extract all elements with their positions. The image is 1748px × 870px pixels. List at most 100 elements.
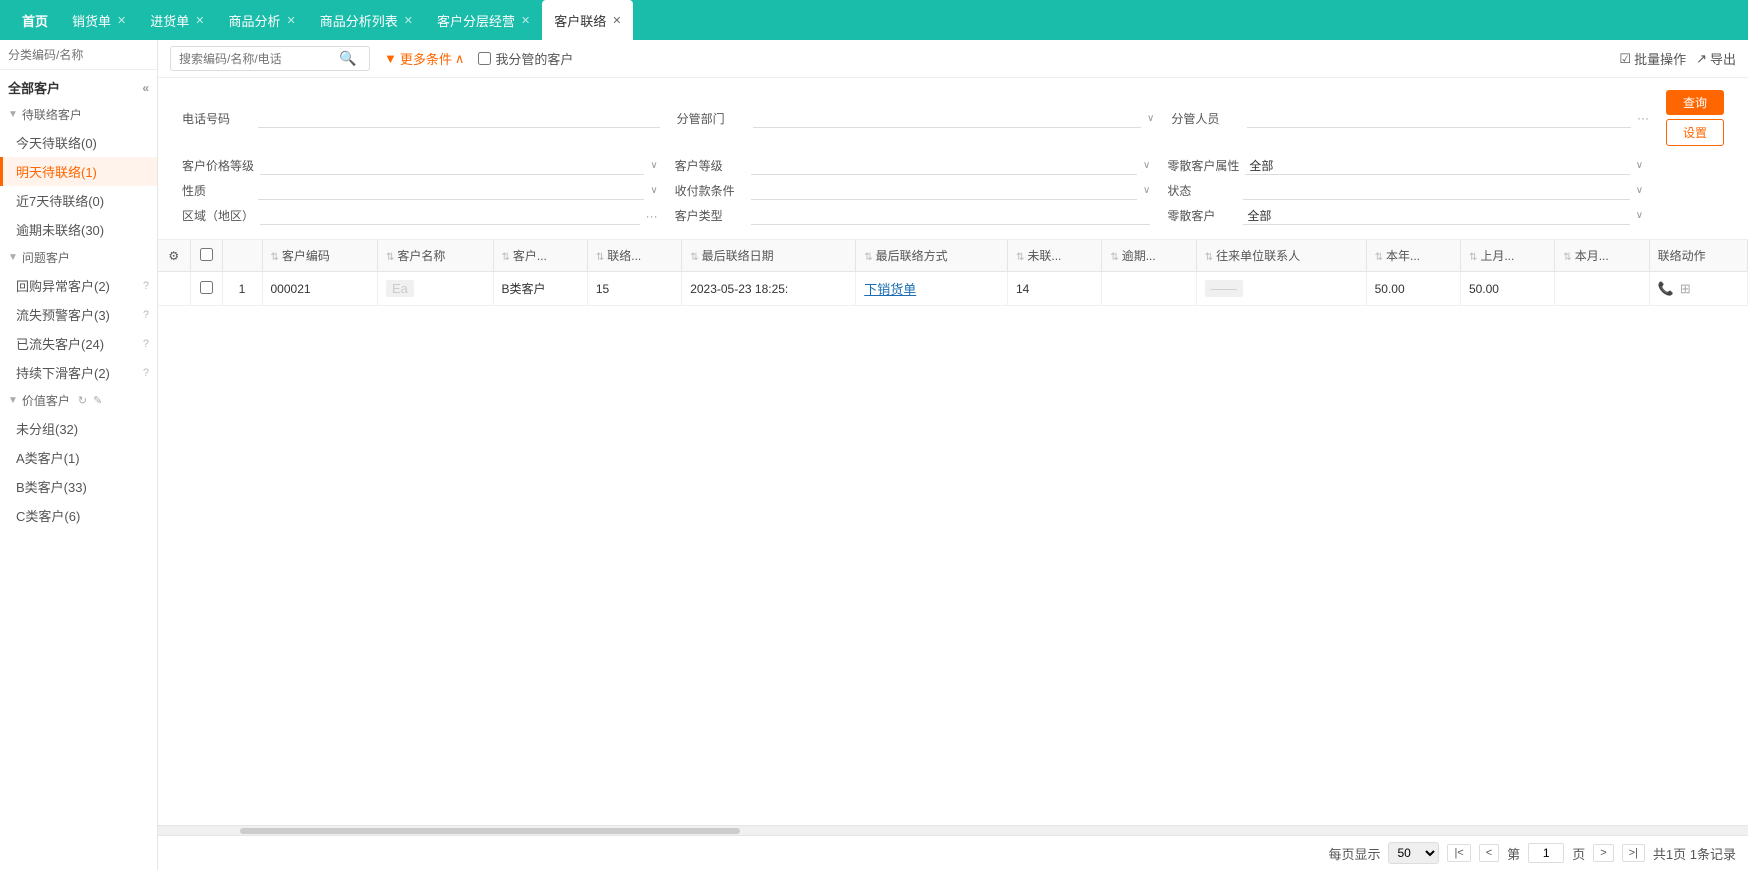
sidebar-section-pending[interactable]: 待联络客户 (0, 101, 157, 128)
dropdown-arrow-icon[interactable]: ∨ (1147, 113, 1154, 124)
filter-retail-attr-input[interactable] (1245, 156, 1629, 175)
dropdown-arrow-icon[interactable]: ∨ (1143, 160, 1150, 171)
select-all-checkbox[interactable] (200, 248, 213, 261)
row-last-method[interactable]: 下销货单 (856, 272, 1008, 306)
sidebar-item-ungrouped[interactable]: 未分组(32) (0, 414, 157, 443)
scroll-thumb[interactable] (240, 828, 740, 834)
filter-price-input[interactable] (260, 156, 644, 175)
col-check[interactable] (190, 240, 222, 272)
more-dots-icon[interactable]: ··· (646, 209, 658, 223)
close-icon[interactable]: ✕ (404, 14, 413, 27)
close-icon[interactable]: ✕ (117, 14, 126, 27)
dropdown-arrow-icon[interactable]: ∨ (1636, 160, 1643, 171)
sidebar-item-b-class[interactable]: B类客户(33) (0, 472, 157, 501)
refresh-icon[interactable]: ↻ (78, 394, 87, 407)
edit-icon[interactable]: ✎ (93, 394, 102, 407)
sidebar-item-tomorrow[interactable]: 明天待联络(1) (0, 157, 157, 186)
row-checkbox[interactable] (200, 281, 213, 294)
search-button[interactable]: 🔍 (339, 50, 356, 67)
phone-action-icon[interactable]: 📞 (1658, 281, 1674, 297)
dropdown-arrow-icon[interactable]: ∨ (650, 160, 657, 171)
sidebar-item-churn-warn[interactable]: 流失预警客户(3) ? (0, 300, 157, 329)
help-icon[interactable]: ? (143, 338, 149, 350)
nav-item-sales[interactable]: 销货单 ✕ (60, 0, 138, 40)
filter-dept-input[interactable] (753, 109, 1141, 128)
dropdown-arrow-icon[interactable]: ∨ (650, 185, 657, 196)
per-page-select[interactable]: 50 100 200 (1388, 842, 1439, 864)
last-page-button[interactable]: >| (1622, 844, 1645, 862)
dropdown-arrow-icon[interactable]: ∨ (1143, 185, 1150, 196)
col-customer-name[interactable]: 客户名称 (378, 240, 494, 272)
filter-nature-input[interactable] (258, 181, 644, 200)
sidebar-item-a-class[interactable]: A类客户(1) (0, 443, 157, 472)
row-overdue (1102, 272, 1196, 306)
next-page-button[interactable]: > (1593, 844, 1613, 862)
sidebar-item-churned[interactable]: 已流失客户(24) ? (0, 329, 157, 358)
sidebar-item-c-class[interactable]: C类客户(6) (0, 501, 157, 530)
col-unlinked[interactable]: 未联... (1007, 240, 1101, 272)
more-filters-button[interactable]: ▼ 更多条件 ∧ (378, 46, 470, 71)
my-customers-checkbox[interactable]: 我分管的客户 (478, 49, 573, 68)
help-icon[interactable]: ? (143, 367, 149, 379)
sidebar-section-problem[interactable]: 问题客户 (0, 244, 157, 271)
sidebar-item-today[interactable]: 今天待联络(0) (0, 128, 157, 157)
close-icon[interactable]: ✕ (195, 14, 204, 27)
nav-item-analysis[interactable]: 商品分析 ✕ (216, 0, 307, 40)
sidebar-search-input[interactable] (8, 48, 158, 62)
help-icon[interactable]: ? (143, 280, 149, 292)
filter-retail-input[interactable] (1243, 206, 1629, 225)
col-last-method[interactable]: 最后联络方式 (856, 240, 1008, 272)
more-action-icon[interactable]: ⊞ (1680, 281, 1691, 297)
dropdown-arrow-icon[interactable]: ∨ (1636, 185, 1643, 196)
help-icon[interactable]: ? (143, 309, 149, 321)
nav-item-contact[interactable]: 客户联络 ✕ (542, 0, 633, 40)
filter-cust-type-input[interactable] (751, 206, 1151, 225)
filter-person-input[interactable] (1247, 109, 1631, 128)
filter-region-input[interactable] (260, 206, 640, 225)
col-last-month[interactable]: 上月... (1460, 240, 1554, 272)
filter-payment-input[interactable] (751, 181, 1137, 200)
nav-item-purchase[interactable]: 进货单 ✕ (138, 0, 216, 40)
my-customers-check-input[interactable] (478, 52, 491, 65)
filter-status-input[interactable] (1243, 181, 1629, 200)
sidebar-item-abnormal[interactable]: 回购异常客户(2) ? (0, 271, 157, 300)
close-icon[interactable]: ✕ (521, 14, 530, 27)
first-page-button[interactable]: |< (1447, 844, 1470, 862)
col-this-month[interactable]: 本月... (1555, 240, 1649, 272)
close-icon[interactable]: ✕ (287, 14, 296, 27)
sidebar-item-7days[interactable]: 近7天待联络(0) (0, 186, 157, 215)
prev-page-button[interactable]: < (1479, 844, 1499, 862)
col-customer-type[interactable]: 客户... (493, 240, 587, 272)
col-overdue[interactable]: 逾期... (1102, 240, 1196, 272)
query-button[interactable]: 查询 (1666, 90, 1724, 115)
row-check[interactable] (190, 272, 222, 306)
col-contacts[interactable]: 联络... (587, 240, 681, 272)
nav-item-home[interactable]: 首页 (10, 0, 60, 40)
col-customer-code[interactable]: 客户编码 (262, 240, 378, 272)
sidebar-all-customers[interactable]: 全部客户 « (0, 70, 157, 101)
filter-level-input[interactable] (751, 156, 1137, 175)
col-this-year[interactable]: 本年... (1366, 240, 1460, 272)
sidebar-section-value[interactable]: 价值客户 ↻ ✎ (0, 387, 157, 414)
bulk-operation-button[interactable]: ☑ 批量操作 (1619, 49, 1686, 68)
row-contacts: 15 (587, 272, 681, 306)
more-dots-icon[interactable]: ··· (1637, 111, 1649, 125)
close-icon[interactable]: ✕ (612, 14, 621, 27)
search-input[interactable] (179, 52, 339, 66)
last-method-link[interactable]: 下销货单 (864, 282, 916, 297)
horizontal-scrollbar[interactable] (158, 825, 1748, 835)
setting-button[interactable]: 设置 (1666, 119, 1724, 146)
col-last-date[interactable]: 最后联络日期 (682, 240, 856, 272)
sidebar-item-overdue[interactable]: 逾期未联络(30) (0, 215, 157, 244)
nav-item-analysis-list[interactable]: 商品分析列表 ✕ (308, 0, 425, 40)
nav-item-crm[interactable]: 客户分层经营 ✕ (425, 0, 542, 40)
page-input[interactable] (1528, 843, 1564, 863)
dropdown-arrow-icon[interactable]: ∨ (1636, 210, 1643, 221)
col-contact-person[interactable]: 往来单位联系人 (1196, 240, 1366, 272)
page-label: 第 (1507, 844, 1520, 863)
export-button[interactable]: ↗ 导出 (1696, 49, 1736, 68)
filter-phone-input[interactable] (258, 109, 660, 128)
sidebar-item-declining[interactable]: 持续下滑客户(2) ? (0, 358, 157, 387)
collapse-icon[interactable]: « (142, 81, 149, 95)
col-settings[interactable]: ⚙ (158, 240, 190, 272)
